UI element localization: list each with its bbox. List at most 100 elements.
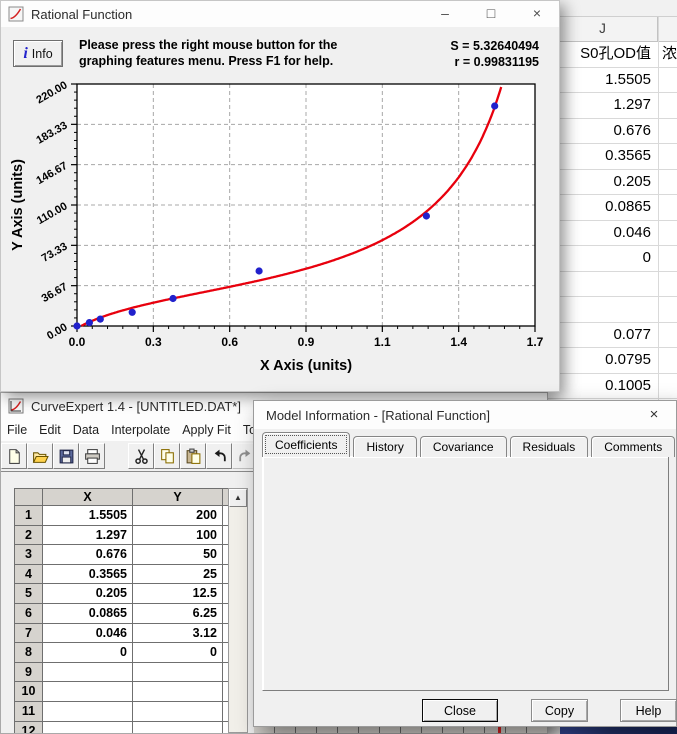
column-divider [658,17,659,408]
cell-x[interactable] [43,722,133,734]
cell-value: S0孔OD值 [548,42,651,67]
row-number[interactable]: 4 [15,565,43,585]
cell-y[interactable] [133,663,223,683]
cell-y[interactable]: 6.25 [133,604,223,624]
cell-value: 0.3565 [548,144,651,169]
column-header-j[interactable]: J [548,17,658,42]
copy-icon [159,448,176,465]
table-row[interactable]: 11 [15,702,231,722]
y-tick-label: 110.00 [35,200,70,227]
curveexpert-title: CurveExpert 1.4 - [UNTITLED.DAT*] [31,399,241,414]
row-number[interactable]: 12 [15,722,43,734]
table-scrollbar[interactable]: ▲ [228,488,248,733]
cell-y[interactable]: 3.12 [133,624,223,644]
paste-icon [185,448,202,465]
cell-x[interactable] [43,663,133,683]
cell-x[interactable]: 1.5505 [43,506,133,526]
tab-comments[interactable]: Comments [591,436,675,457]
close-button[interactable]: × [520,1,554,25]
scroll-up-button[interactable]: ▲ [229,489,247,507]
maximize-button[interactable]: □ [474,1,508,25]
cell-value: 0.077 [548,323,651,348]
open-button[interactable] [27,443,53,469]
cell-y[interactable]: 50 [133,545,223,565]
data-point [73,322,80,329]
plot-window-icon [8,6,24,22]
cell-x[interactable]: 1.297 [43,526,133,546]
table-row[interactable]: 9 [15,663,231,683]
minimize-button[interactable]: – [428,1,462,25]
cell-y[interactable]: 0 [133,643,223,663]
table-row[interactable]: 70.0463.12 [15,624,231,644]
fit-plot[interactable]: 0.00.30.60.91.11.41.70.0036.6773.33110.0… [1,63,561,393]
row-number[interactable]: 8 [15,643,43,663]
cell-x[interactable]: 0.205 [43,584,133,604]
row-number[interactable]: 7 [15,624,43,644]
cut-button[interactable] [128,443,154,469]
save-icon [58,448,75,465]
table-header-row: XY [15,489,231,506]
menu-item-interpolate[interactable]: Interpolate [105,423,176,437]
copy-button[interactable] [154,443,180,469]
row-number[interactable]: 11 [15,702,43,722]
rational-titlebar[interactable]: Rational Function – □ × [1,1,559,27]
tab-history[interactable]: History [353,436,416,457]
cell-x[interactable]: 0.676 [43,545,133,565]
help-button[interactable]: Help [620,699,677,722]
table-row[interactable]: 12 [15,722,231,734]
menu-item-apply-fit[interactable]: Apply Fit [176,423,237,437]
row-number[interactable]: 1 [15,506,43,526]
undo-button[interactable] [206,443,232,469]
table-row[interactable]: 30.67650 [15,545,231,565]
x-axis-title: X Axis (units) [260,358,352,374]
row-number[interactable]: 3 [15,545,43,565]
cell-x[interactable] [43,682,133,702]
cell-x[interactable]: 0.046 [43,624,133,644]
y-tick-label: 146.67 [34,160,69,187]
row-number[interactable]: 6 [15,604,43,624]
cell-y[interactable]: 12.5 [133,584,223,604]
cell-x[interactable]: 0 [43,643,133,663]
new-button[interactable] [1,443,27,469]
table-row[interactable]: 21.297100 [15,526,231,546]
cell-y[interactable]: 25 [133,565,223,585]
table-row[interactable]: 60.08656.25 [15,604,231,624]
table-row[interactable]: 40.356525 [15,565,231,585]
cell-y[interactable] [133,702,223,722]
table-row[interactable]: 800 [15,643,231,663]
cell-x[interactable]: 0.3565 [43,565,133,585]
row-number[interactable]: 10 [15,682,43,702]
cell-value: 1.297 [548,93,651,118]
column-header-y[interactable]: Y [133,489,223,506]
tab-covariance[interactable]: Covariance [420,436,507,457]
cell-y[interactable] [133,682,223,702]
column-header-next[interactable] [658,17,677,42]
print-button[interactable] [79,443,105,469]
menu-item-edit[interactable]: Edit [33,423,67,437]
menu-item-file[interactable]: File [1,423,33,437]
column-header-x[interactable]: X [43,489,133,506]
cell-x[interactable]: 0.0865 [43,604,133,624]
dialog-close-icon[interactable]: × [640,403,668,427]
cell-x[interactable] [43,702,133,722]
close-button[interactable]: Close [422,699,498,722]
dialog-titlebar[interactable]: Model Information - [Rational Function] [254,401,676,429]
data-point [86,319,93,326]
row-number[interactable]: 5 [15,584,43,604]
table-row[interactable]: 10 [15,682,231,702]
copy-button[interactable]: Copy [531,699,588,722]
help-message-line1: Please press the right mouse button for … [79,37,337,53]
cell-y[interactable] [133,722,223,734]
tab-coefficients[interactable]: Coefficients [262,432,350,457]
table-row[interactable]: 50.20512.5 [15,584,231,604]
menu-item-data[interactable]: Data [67,423,105,437]
table-row[interactable]: 11.5505200 [15,506,231,526]
row-number[interactable]: 2 [15,526,43,546]
cell-y[interactable]: 100 [133,526,223,546]
save-button[interactable] [53,443,79,469]
row-number[interactable]: 9 [15,663,43,683]
paste-button[interactable] [180,443,206,469]
x-tick-label: 1.7 [527,335,544,349]
tab-residuals[interactable]: Residuals [510,436,589,457]
cell-y[interactable]: 200 [133,506,223,526]
